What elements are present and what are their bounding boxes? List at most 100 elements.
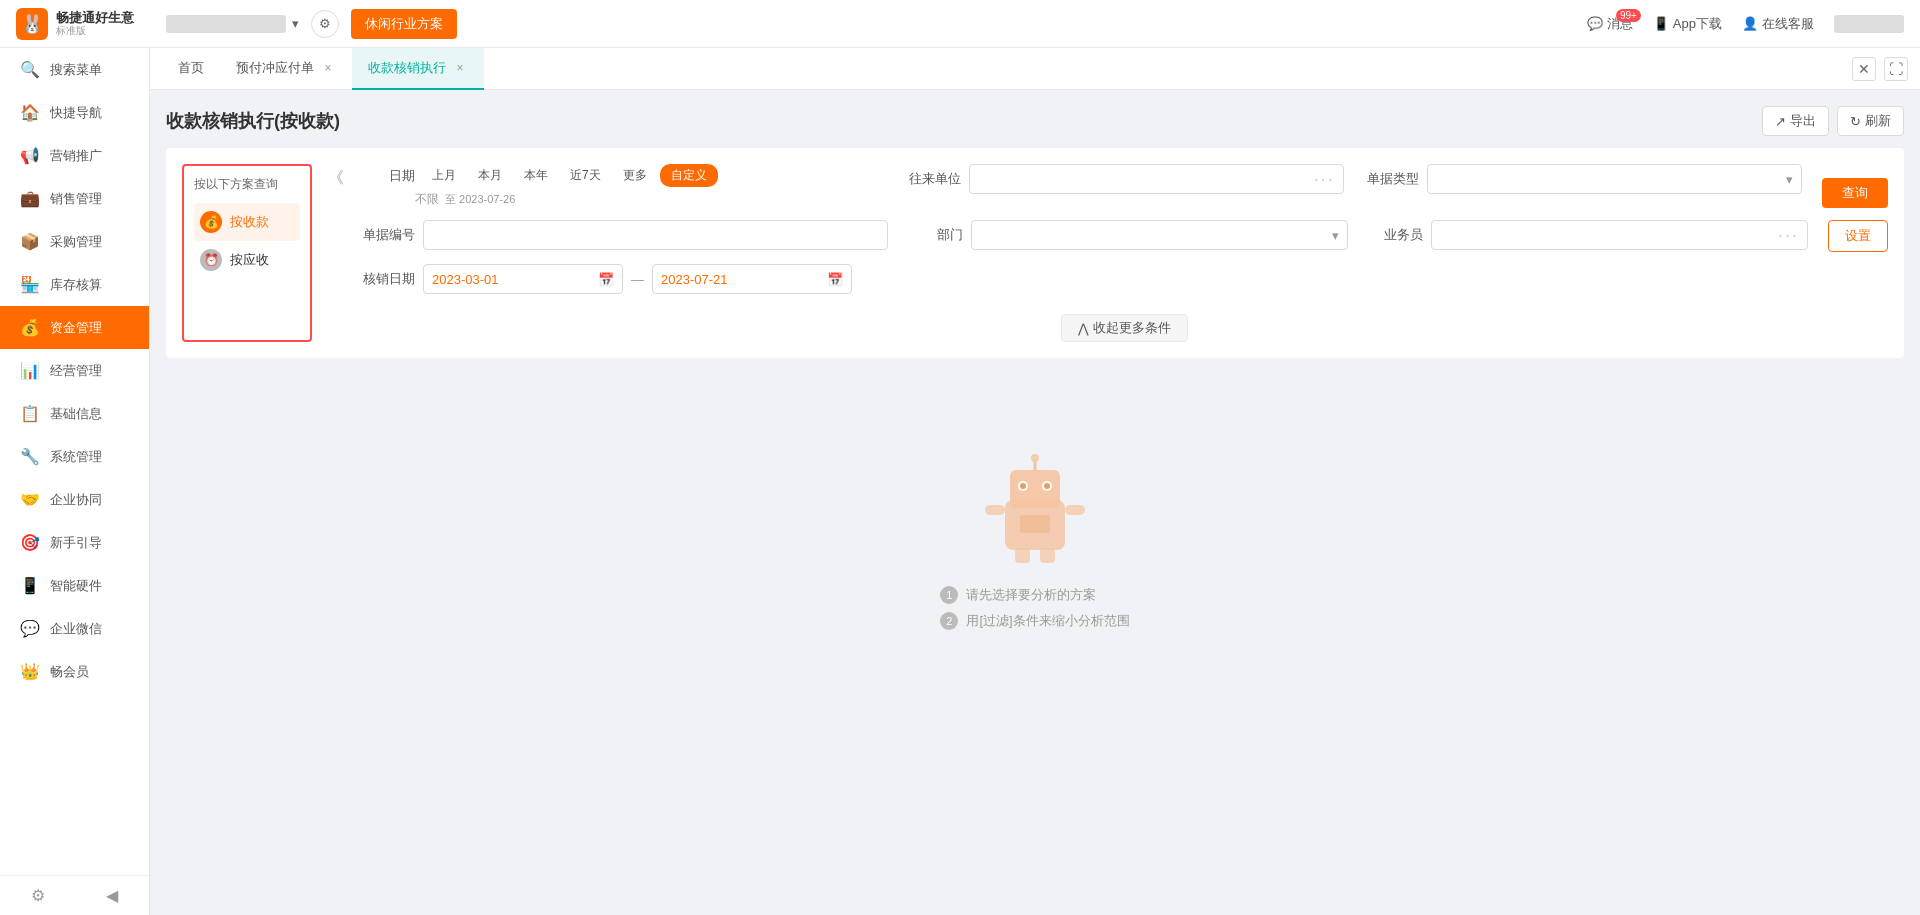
industry-btn[interactable]: 休闲行业方案 [351, 9, 457, 39]
collapse-more-row: ⋀ 收起更多条件 [360, 314, 1888, 342]
sidebar-item-enterprise-wechat[interactable]: 💬 企业微信 [0, 607, 149, 650]
sidebar-item-inventory[interactable]: 🏪 库存核算 [0, 263, 149, 306]
settings-btn[interactable]: 设置 [1828, 220, 1888, 252]
app-download-btn[interactable]: 📱 App下载 [1653, 15, 1722, 33]
sidebar-item-basic-info[interactable]: 📋 基础信息 [0, 392, 149, 435]
sidebar-label-operations: 经营管理 [50, 362, 102, 380]
tip-num-1: 1 [940, 586, 958, 604]
sidebar-item-marketing[interactable]: 📢 营销推广 [0, 134, 149, 177]
staff-label: 业务员 [1368, 226, 1423, 244]
verify-date-end-input[interactable]: 📅 [652, 264, 852, 294]
filter-option-by-payable[interactable]: ⏰ 按应收 [194, 241, 300, 279]
verify-date-start-input[interactable]: 📅 [423, 264, 623, 294]
sidebar-item-operations[interactable]: 📊 经营管理 [0, 349, 149, 392]
basic-info-icon: 📋 [20, 404, 40, 423]
sidebar-label-inventory: 库存核算 [50, 276, 102, 294]
filter-panel: 按以下方案查询 💰 按收款 ⏰ 按应收 《 [166, 148, 1904, 358]
sidebar-label-quick-nav: 快捷导航 [50, 104, 102, 122]
calendar-icon-end[interactable]: 📅 [827, 272, 843, 287]
dept-field: 部门 ▾ [908, 220, 1348, 250]
date-shortcut-7days[interactable]: 近7天 [561, 164, 610, 187]
collapse-more-btn[interactable]: ⋀ 收起更多条件 [1061, 314, 1188, 342]
logo-area: 🐰 畅捷通好生意 标准版 [16, 8, 166, 40]
collection-tab-close[interactable]: × [452, 60, 468, 76]
query-btn[interactable]: 查询 [1822, 178, 1888, 208]
page-actions: ↗ 导出 ↻ 刷新 [1762, 106, 1904, 136]
empty-tips: 1 请先选择要分析的方案 2 用[过滤]条件来缩小分析范围 [940, 586, 1129, 630]
messages-badge: 99+ [1616, 9, 1641, 22]
svg-rect-11 [1040, 548, 1055, 563]
sidebar-item-quick-nav[interactable]: 🏠 快捷导航 [0, 91, 149, 134]
partner-label: 往来单位 [906, 170, 961, 188]
sidebar-item-sales[interactable]: 💼 销售管理 [0, 177, 149, 220]
date-shortcut-last-month[interactable]: 上月 [423, 164, 465, 187]
tab-home[interactable]: 首页 [162, 48, 220, 90]
verify-date-start-field[interactable] [432, 272, 594, 287]
chevron-up-icon: ⋀ [1078, 321, 1089, 336]
date-label: 日期 [360, 167, 415, 185]
partner-input[interactable]: ··· [969, 164, 1344, 194]
online-service-btn[interactable]: 👤 在线客服 [1742, 15, 1814, 33]
app-logo-icon: 🐰 [16, 8, 48, 40]
collection-tab-label: 收款核销执行 [368, 59, 446, 77]
gear-button[interactable]: ⚙ [311, 10, 339, 38]
sidebar-item-guide[interactable]: 🎯 新手引导 [0, 521, 149, 564]
sidebar-label-member: 畅会员 [50, 663, 89, 681]
sidebar-item-enterprise-collab[interactable]: 🤝 企业协同 [0, 478, 149, 521]
header-right: 💬 消息 99+ 📱 App下载 👤 在线客服 [1587, 15, 1904, 33]
sidebar-label-search: 搜索菜单 [50, 61, 102, 79]
company-selector[interactable]: ▾ [166, 15, 299, 33]
empty-tip-1: 1 请先选择要分析的方案 [940, 586, 1129, 604]
verify-date-end-field[interactable] [661, 272, 823, 287]
empty-illustration [975, 450, 1095, 570]
staff-input[interactable]: ··· [1431, 220, 1808, 250]
filter-collapse-toggle[interactable]: 《 [324, 164, 348, 193]
calendar-icon-start[interactable]: 📅 [598, 272, 614, 287]
tab-collection[interactable]: 收款核销执行 × [352, 48, 484, 90]
prepay-tab-close[interactable]: × [320, 60, 336, 76]
header-middle: ▾ ⚙ 休闲行业方案 [166, 9, 1587, 39]
sidebar-settings-btn[interactable]: ⚙ [31, 886, 45, 905]
sidebar-collapse-btn[interactable]: ◀ [106, 886, 118, 905]
bill-no-input[interactable] [423, 220, 888, 250]
tab-prepay[interactable]: 预付冲应付单 × [220, 48, 352, 90]
date-shortcut-more[interactable]: 更多 [614, 164, 656, 187]
sidebar-label-enterprise-collab: 企业协同 [50, 491, 102, 509]
by-payable-label: 按应收 [230, 251, 269, 269]
messages-btn[interactable]: 💬 消息 99+ [1587, 15, 1633, 33]
filter-row-2: 单据编号 部门 ▾ 业务员 [360, 220, 1888, 252]
finance-icon: 💰 [20, 318, 40, 337]
empty-tip-2: 2 用[过滤]条件来缩小分析范围 [940, 612, 1129, 630]
sidebar-item-system[interactable]: 🔧 系统管理 [0, 435, 149, 478]
tab-bar: 首页 预付冲应付单 × 收款核销执行 × ✕ ⛶ [150, 48, 1920, 90]
purchase-icon: 📦 [20, 232, 40, 251]
export-btn[interactable]: ↗ 导出 [1762, 106, 1829, 136]
close-tab-btn[interactable]: ✕ [1852, 57, 1876, 81]
dept-select[interactable]: ▾ [971, 220, 1348, 250]
partner-field: 往来单位 ··· [906, 164, 1344, 194]
sidebar-item-purchase[interactable]: 📦 采购管理 [0, 220, 149, 263]
sidebar-item-search[interactable]: 🔍 搜索菜单 [0, 48, 149, 91]
bill-type-select[interactable]: ▾ [1427, 164, 1802, 194]
sidebar-item-member[interactable]: 👑 畅会员 [0, 650, 149, 693]
bill-type-field: 单据类型 ▾ [1364, 164, 1802, 194]
sidebar-item-finance[interactable]: 💰 资金管理 [0, 306, 149, 349]
sidebar-label-guide: 新手引导 [50, 534, 102, 552]
tip-text-1: 请先选择要分析的方案 [966, 586, 1096, 604]
date-shortcuts: 上月 本月 本年 近7天 更多 自定义 [423, 164, 718, 187]
prepay-tab-label: 预付冲应付单 [236, 59, 314, 77]
page-title-bar: 收款核销执行(按收款) ↗ 导出 ↻ 刷新 [166, 106, 1904, 136]
verify-date-field: 核销日期 📅 — 📅 [360, 264, 1888, 294]
date-shortcut-custom[interactable]: 自定义 [660, 164, 718, 187]
export-icon: ↗ [1775, 114, 1786, 129]
refresh-icon: ↻ [1850, 114, 1861, 129]
sidebar-label-basic-info: 基础信息 [50, 405, 102, 423]
filter-option-by-receipt[interactable]: 💰 按收款 [194, 203, 300, 241]
refresh-btn[interactable]: ↻ 刷新 [1837, 106, 1904, 136]
sidebar-item-smart-hardware[interactable]: 📱 智能硬件 [0, 564, 149, 607]
tip-num-2: 2 [940, 612, 958, 630]
date-shortcut-this-year[interactable]: 本年 [515, 164, 557, 187]
maximize-tab-btn[interactable]: ⛶ [1884, 57, 1908, 81]
svg-point-7 [1031, 454, 1039, 462]
date-shortcut-this-month[interactable]: 本月 [469, 164, 511, 187]
